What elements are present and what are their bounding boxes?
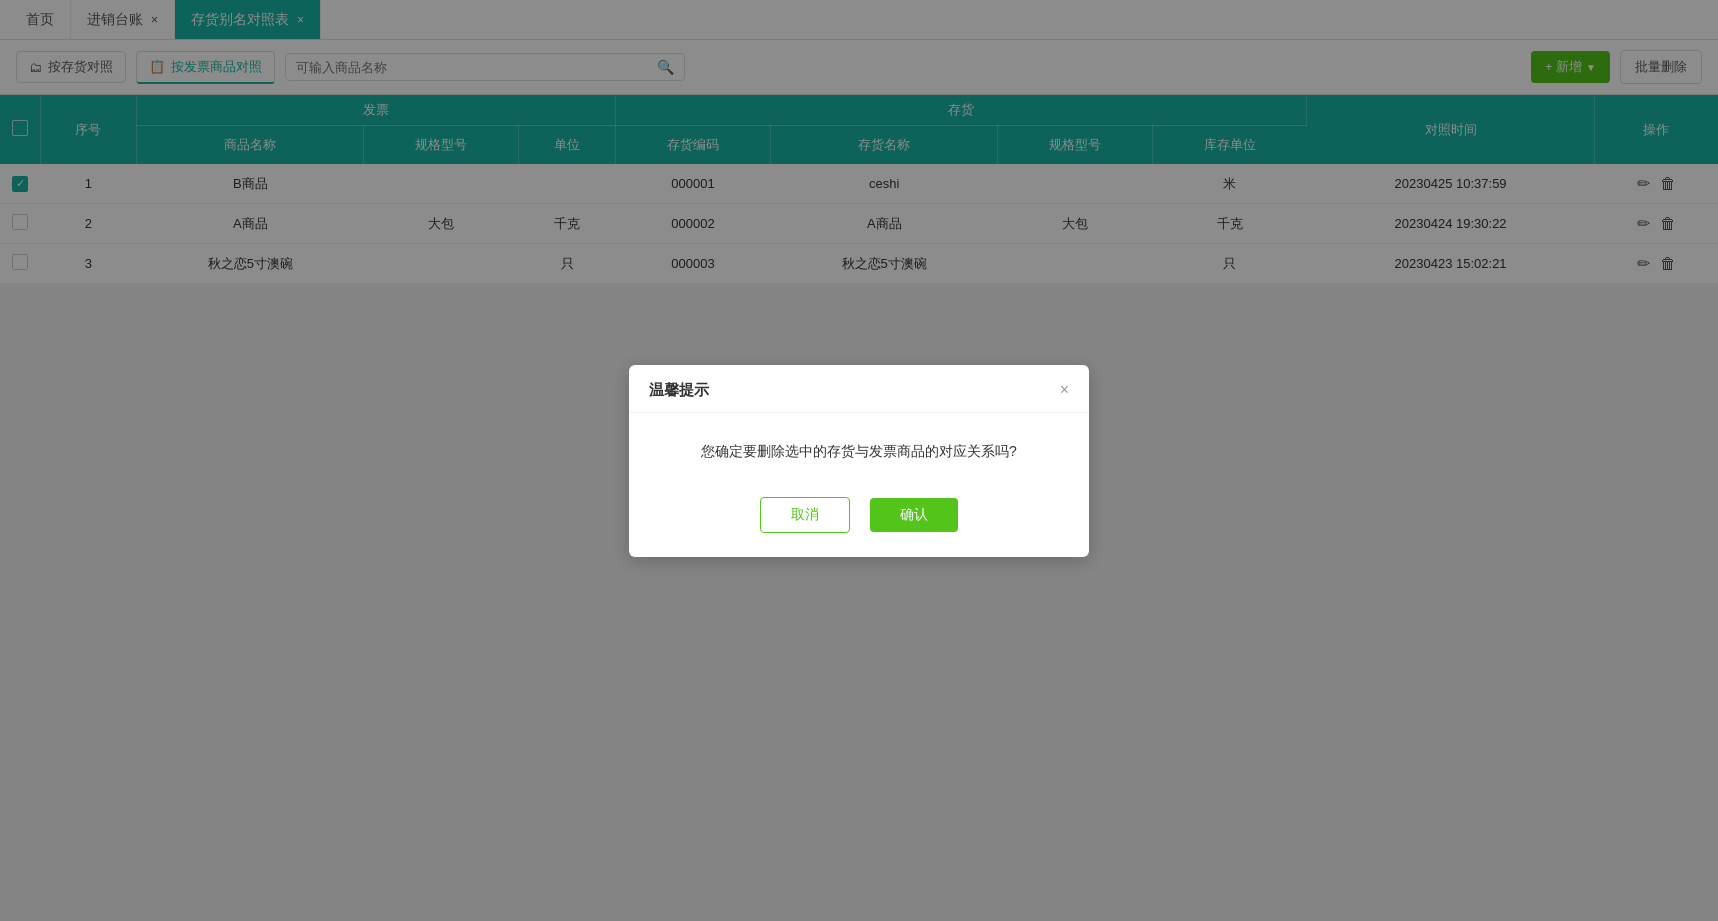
modal-overlay: 温馨提示 × 您确定要删除选中的存货与发票商品的对应关系吗? 取消 确认 <box>0 0 1718 284</box>
